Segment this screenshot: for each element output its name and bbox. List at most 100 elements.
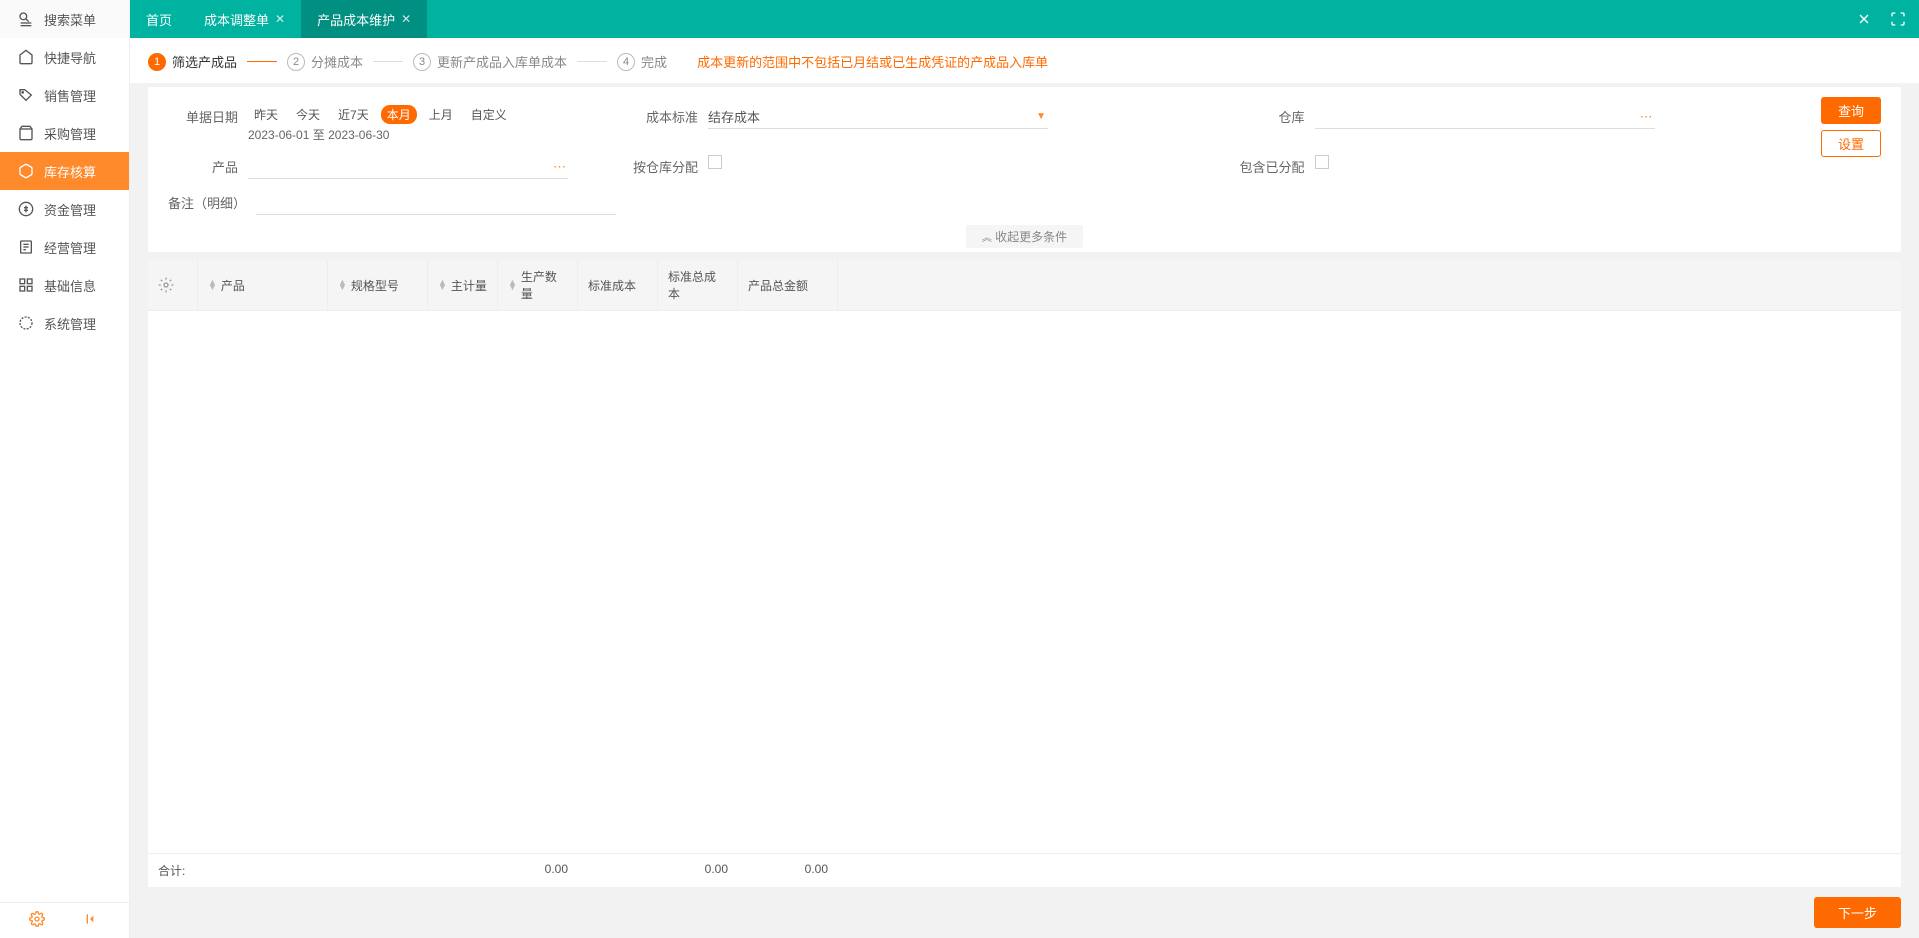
table-body — [148, 311, 1901, 853]
query-button[interactable]: 查询 — [1821, 97, 1881, 124]
close-icon[interactable]: ✕ — [401, 12, 411, 26]
box-icon — [18, 163, 34, 179]
cost-std-select[interactable]: 结存成本 ▼ — [708, 105, 1048, 129]
sidebar-item-1[interactable]: 快捷导航 — [0, 38, 129, 76]
product-select[interactable]: ⋯ — [248, 155, 568, 179]
column-std_total: 标准总成本 — [658, 260, 738, 310]
date-quick-btn[interactable]: 昨天 — [248, 105, 284, 124]
grid-icon — [18, 277, 34, 293]
home-icon — [18, 49, 34, 65]
step-label: 更新产成品入库单成本 — [437, 52, 567, 71]
step-1: 2 分摊成本 — [287, 52, 363, 71]
report-icon — [18, 239, 34, 255]
date-quick-btn[interactable]: 本月 — [381, 105, 417, 124]
step-label: 完成 — [641, 52, 667, 71]
remark-input[interactable] — [256, 191, 616, 215]
date-label: 单据日期 — [168, 105, 238, 126]
next-button[interactable]: 下一步 — [1814, 897, 1901, 928]
sidebar-item-label: 采购管理 — [44, 124, 96, 143]
more-icon[interactable]: ⋯ — [1640, 109, 1653, 125]
sidebar-item-label: 销售管理 — [44, 86, 96, 105]
include-allocated-label: 包含已分配 — [1235, 155, 1305, 176]
step-num: 3 — [413, 53, 431, 71]
chevron-down-icon: ▼ — [1036, 111, 1046, 122]
date-quick-btn[interactable]: 上月 — [423, 105, 459, 124]
sidebar-item-label: 快捷导航 — [44, 48, 96, 67]
step-label: 分摊成本 — [311, 52, 363, 71]
steps-warning: 成本更新的范围中不包括已月结或已生成凭证的产成品入库单 — [697, 52, 1048, 71]
sidebar-item-label: 系统管理 — [44, 314, 96, 333]
warehouse-label: 仓库 — [1235, 105, 1305, 126]
column-qty[interactable]: ▲▼生产数量 — [498, 260, 578, 310]
step-3: 4 完成 — [617, 52, 667, 71]
date-to[interactable]: 2023-06-30 — [328, 128, 389, 142]
sidebar-item-4[interactable]: 库存核算 — [0, 152, 129, 190]
sidebar: 搜索菜单快捷导航销售管理采购管理库存核算资金管理经营管理基础信息系统管理 — [0, 0, 130, 938]
sidebar-item-label: 基础信息 — [44, 276, 96, 295]
sidebar-item-label: 资金管理 — [44, 200, 96, 219]
money-icon — [18, 201, 34, 217]
chevron-up-icon: ︽ — [982, 233, 992, 244]
date-from[interactable]: 2023-06-01 — [248, 128, 309, 142]
footer-qty: 0.00 — [498, 854, 578, 887]
include-allocated-checkbox[interactable] — [1315, 155, 1329, 169]
footer-label: 合计: — [148, 854, 198, 887]
sidebar-item-3[interactable]: 采购管理 — [0, 114, 129, 152]
tab-2[interactable]: 产品成本维护 ✕ — [301, 0, 427, 38]
settings-icon[interactable] — [29, 911, 45, 930]
step-num: 2 — [287, 53, 305, 71]
steps-bar: 1 筛选产成品 2 分摊成本 3 更新产成品入库单成本 4 完成 成本更新的范围中不包括已月结… — [130, 38, 1919, 83]
sort-icon: ▲▼ — [208, 280, 217, 290]
footer-blank — [198, 854, 328, 887]
footer-blank — [328, 854, 428, 887]
sort-icon: ▲▼ — [438, 280, 447, 290]
fullscreen-action[interactable] — [1883, 4, 1913, 34]
sidebar-footer — [0, 902, 129, 938]
sidebar-item-label: 库存核算 — [44, 162, 96, 181]
step-num: 4 — [617, 53, 635, 71]
data-table: ▲▼产品▲▼规格型号▲▼主计量▲▼生产数量标准成本标准总成本产品总金额 合计:0… — [148, 260, 1901, 887]
column-total_amt: 产品总金额 — [738, 260, 838, 310]
collapse-filters[interactable]: ︽ 收起更多条件 — [148, 221, 1901, 252]
by-warehouse-label: 按仓库分配 — [628, 155, 698, 176]
column-gear — [148, 260, 198, 310]
warehouse-select[interactable]: ⋯ — [1315, 105, 1655, 129]
gear-icon — [18, 315, 34, 331]
sort-icon: ▲▼ — [508, 280, 517, 290]
step-0: 1 筛选产成品 — [148, 52, 237, 71]
step-num: 1 — [148, 53, 166, 71]
tabs-bar: 首页成本调整单✕ 产品成本维护 ✕ — [130, 0, 1919, 38]
sidebar-item-5[interactable]: 资金管理 — [0, 190, 129, 228]
close-tab-action[interactable] — [1849, 4, 1879, 34]
sidebar-item-6[interactable]: 经营管理 — [0, 228, 129, 266]
sort-icon: ▲▼ — [338, 280, 347, 290]
sidebar-item-0[interactable]: 搜索菜单 — [0, 0, 129, 38]
settings-button[interactable]: 设置 — [1821, 130, 1881, 157]
tab-0[interactable]: 首页 — [130, 0, 188, 38]
footer-std-total: 0.00 — [658, 854, 738, 887]
by-warehouse-checkbox[interactable] — [708, 155, 722, 169]
collapse-sidebar-icon[interactable] — [84, 911, 100, 930]
sidebar-item-label: 搜索菜单 — [44, 10, 96, 29]
cost-std-label: 成本标准 — [628, 105, 698, 126]
column-spec[interactable]: ▲▼规格型号 — [328, 260, 428, 310]
step-label: 筛选产成品 — [172, 52, 237, 71]
date-quick-btn[interactable]: 今天 — [290, 105, 326, 124]
date-quick-btn[interactable]: 自定义 — [465, 105, 513, 124]
remark-label: 备注（明细） — [168, 191, 246, 212]
search-list-icon — [18, 11, 34, 27]
close-icon[interactable]: ✕ — [275, 12, 285, 26]
sidebar-item-2[interactable]: 销售管理 — [0, 76, 129, 114]
column-product[interactable]: ▲▼产品 — [198, 260, 328, 310]
more-icon[interactable]: ⋯ — [553, 159, 566, 175]
tab-1[interactable]: 成本调整单✕ — [188, 0, 301, 38]
gear-icon[interactable] — [158, 277, 174, 293]
column-unit[interactable]: ▲▼主计量 — [428, 260, 498, 310]
date-quick-btn[interactable]: 近7天 — [332, 105, 375, 124]
sidebar-item-8[interactable]: 系统管理 — [0, 304, 129, 342]
filter-panel: 查询 设置 单据日期 昨天今天近7天本月上月自定义 2023-06-01 至 2… — [148, 87, 1901, 221]
sidebar-item-7[interactable]: 基础信息 — [0, 266, 129, 304]
tab-label: 产品成本维护 — [317, 10, 395, 29]
product-label: 产品 — [168, 155, 238, 176]
footer-blank — [578, 854, 658, 887]
